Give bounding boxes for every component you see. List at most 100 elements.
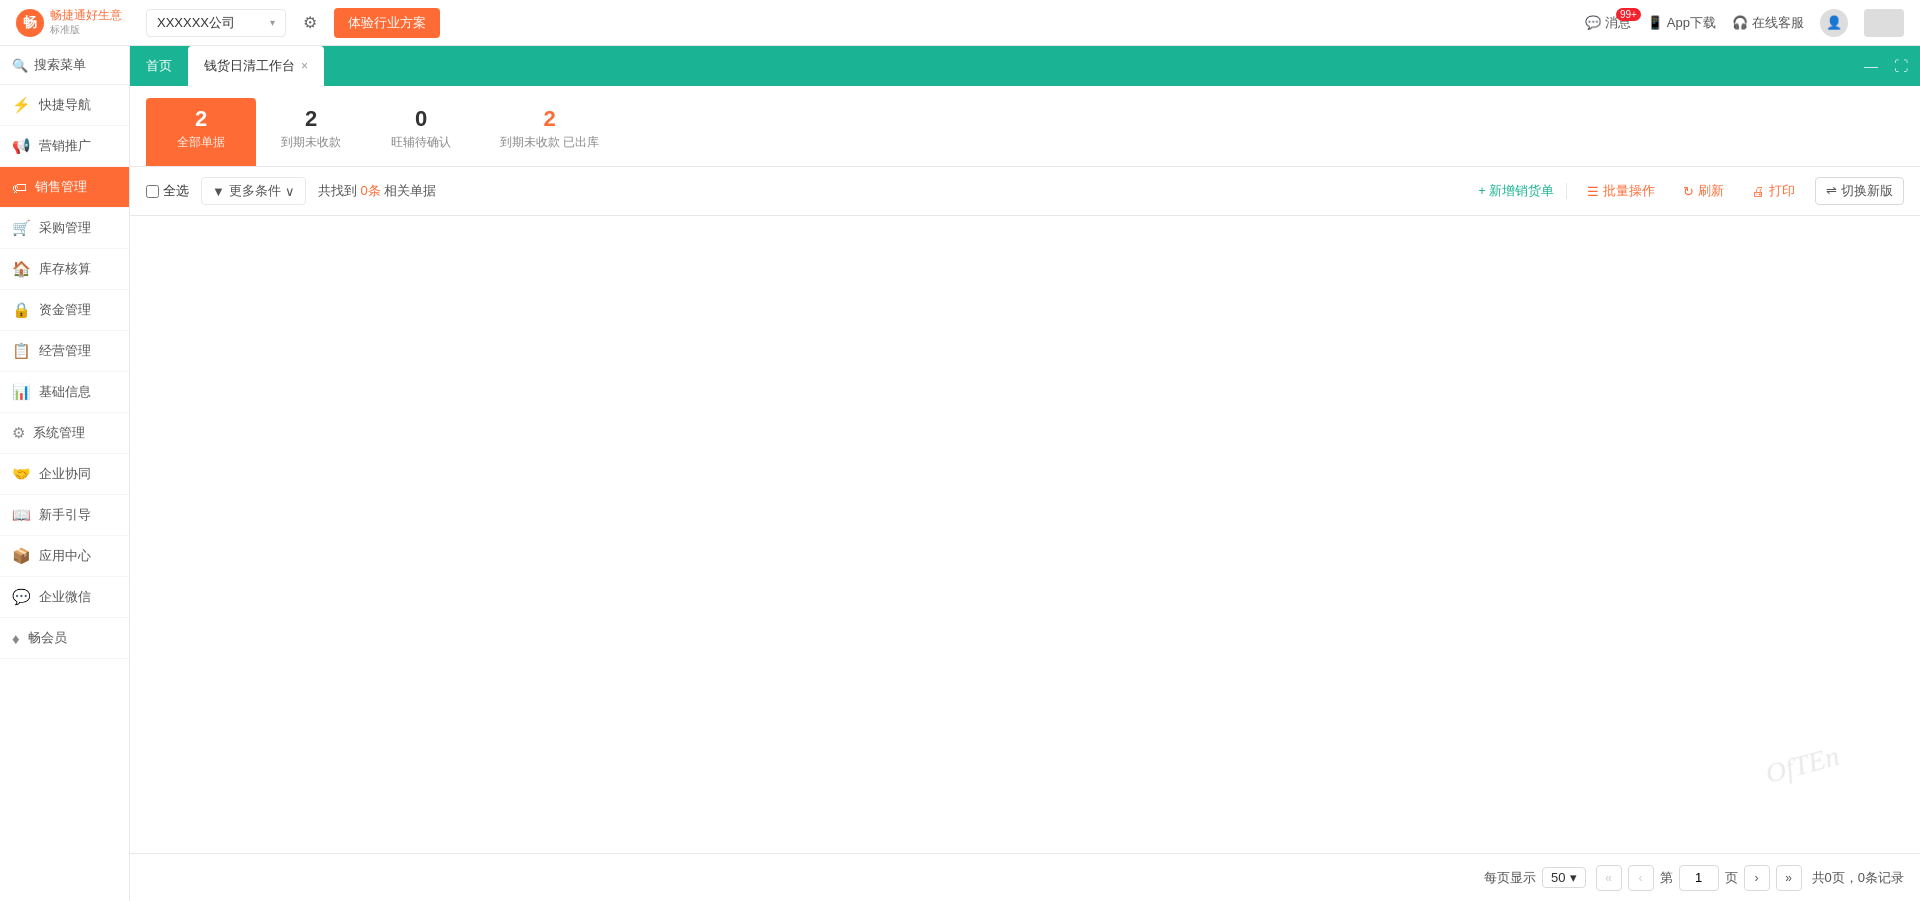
first-page-button[interactable]: « xyxy=(1596,865,1622,891)
last-page-button[interactable]: » xyxy=(1776,865,1802,891)
page-number-input[interactable] xyxy=(1679,865,1719,891)
stat-tab-2[interactable]: 0旺辅待确认 xyxy=(366,98,476,166)
stat-number-2: 0 xyxy=(390,106,452,132)
print-icon: 🖨 xyxy=(1752,184,1765,199)
guide-label: 新手引导 xyxy=(39,506,91,524)
prev-page-button[interactable]: ‹ xyxy=(1628,865,1654,891)
online-service-button[interactable]: 🎧 在线客服 xyxy=(1732,14,1804,32)
stat-tab-0[interactable]: 2全部单据 xyxy=(146,98,256,166)
message-button[interactable]: 💬 消息 99+ xyxy=(1585,14,1631,32)
member-label: 畅会员 xyxy=(28,629,67,647)
app-download-button[interactable]: 📱 App下载 xyxy=(1647,14,1716,32)
app-center-label: 应用中心 xyxy=(39,547,91,565)
avatar[interactable]: 👤 xyxy=(1820,9,1848,37)
divider xyxy=(1566,183,1567,199)
next-page-button[interactable]: › xyxy=(1744,865,1770,891)
found-count: 0条 xyxy=(361,183,381,198)
stat-label-1: 到期未收款 xyxy=(280,134,342,151)
company-selector[interactable]: XXXXXX公司 ▾ xyxy=(146,9,286,37)
inventory-label: 库存核算 xyxy=(39,260,91,278)
tab-bar: 首页 钱货日清工作台 × — ⛶ xyxy=(130,46,1920,86)
basic-info-icon: 📊 xyxy=(12,383,31,401)
sidebar-item-operations[interactable]: 📋经营管理 xyxy=(0,331,129,372)
stat-tab-3[interactable]: 2到期未收款 已出库 xyxy=(476,98,623,166)
add-sales-order-button[interactable]: + 新增销货单 xyxy=(1478,182,1554,200)
cooperation-icon: 🤝 xyxy=(12,465,31,483)
print-button[interactable]: 🖨 打印 xyxy=(1744,178,1803,204)
sales-icon: 🏷 xyxy=(12,179,27,196)
content-area: 2全部单据2到期未收款0旺辅待确认2到期未收款 已出库 全选 ▼ 更多条件 ∨ … xyxy=(130,86,1920,901)
tab-minimize-icon[interactable]: — xyxy=(1860,54,1882,78)
batch-label: 批量操作 xyxy=(1603,182,1655,200)
quick-nav-icon: ⚡ xyxy=(12,96,31,114)
batch-operation-button[interactable]: ☰ 批量操作 xyxy=(1579,178,1663,204)
select-all-input[interactable] xyxy=(146,185,159,198)
sidebar-item-wechat[interactable]: 💬企业微信 xyxy=(0,577,129,618)
found-suffix: 相关单据 xyxy=(384,183,436,198)
message-badge: 99+ xyxy=(1616,8,1641,21)
sidebar-item-inventory[interactable]: 🏠库存核算 xyxy=(0,249,129,290)
sidebar-item-marketing[interactable]: 📢 营销推广 xyxy=(0,126,129,167)
switch-label: 切换新版 xyxy=(1841,183,1893,198)
stat-tab-1[interactable]: 2到期未收款 xyxy=(256,98,366,166)
tab-home-label: 首页 xyxy=(146,57,172,75)
main-content: 首页 钱货日清工作台 × — ⛶ 2全部单据2到期未收款0旺辅待确认2到期未收款… xyxy=(130,46,1920,901)
page-suffix-label: 页 xyxy=(1725,869,1738,887)
member-icon: ♦ xyxy=(12,630,20,647)
sidebar: 🔍 搜索菜单 ⚡快捷导航 📢 营销推广 🏷 销售管理 🛒 采购管理 🏠库存核算🔒资金管理📋经营… xyxy=(0,46,130,901)
sales-label: 销售管理 xyxy=(35,178,87,196)
trial-button[interactable]: 体验行业方案 xyxy=(334,8,440,38)
avatar-icon: 👤 xyxy=(1826,15,1842,30)
sidebar-item-basic-info[interactable]: 📊 基础信息 xyxy=(0,372,129,413)
purchase-label: 采购管理 xyxy=(39,219,91,237)
app-download-label: App下载 xyxy=(1667,14,1716,32)
refresh-button[interactable]: ↻ 刷新 xyxy=(1675,178,1732,204)
logo-icon: 畅 xyxy=(16,9,44,37)
toolbar-right: + 新增销货单 ☰ 批量操作 ↻ 刷新 🖨 打印 ⇌ xyxy=(1478,177,1904,205)
sidebar-item-quick-nav[interactable]: ⚡快捷导航 xyxy=(0,85,129,126)
select-all-checkbox[interactable]: 全选 xyxy=(146,182,189,200)
data-table-area xyxy=(130,216,1920,853)
search-icon: 🔍 xyxy=(12,58,28,73)
tab-home[interactable]: 首页 xyxy=(130,46,188,86)
stat-number-0: 2 xyxy=(170,106,232,132)
message-icon: 💬 xyxy=(1585,15,1601,30)
found-text: 共找到 0条 相关单据 xyxy=(318,182,436,200)
sidebar-item-purchase[interactable]: 🛒 采购管理 xyxy=(0,208,129,249)
purchase-icon: 🛒 xyxy=(12,219,31,237)
stat-number-3: 2 xyxy=(500,106,599,132)
found-prefix: 共找到 xyxy=(318,183,357,198)
page-prefix-label: 第 xyxy=(1660,869,1673,887)
tab-expand-icon[interactable]: ⛶ xyxy=(1890,54,1912,78)
finance-icon: 🔒 xyxy=(12,301,31,319)
switch-icon: ⇌ xyxy=(1826,183,1837,198)
sidebar-item-app-center[interactable]: 📦应用中心 xyxy=(0,536,129,577)
user-panel[interactable] xyxy=(1864,9,1904,37)
pagination: 每页显示 50 ▾ « ‹ 第 页 › » 共0页，0条记录 xyxy=(130,853,1920,901)
sidebar-item-cooperation[interactable]: 🤝企业协同 xyxy=(0,454,129,495)
service-icon: 🎧 xyxy=(1732,15,1748,30)
app-name: 畅捷通好生意 xyxy=(50,8,122,24)
settings-button[interactable]: ⚙ xyxy=(296,9,324,37)
sidebar-item-system[interactable]: ⚙系统管理 xyxy=(0,413,129,454)
operations-label: 经营管理 xyxy=(39,342,91,360)
filter-button[interactable]: ▼ 更多条件 ∨ xyxy=(201,177,306,205)
sidebar-item-finance[interactable]: 🔒资金管理 xyxy=(0,290,129,331)
header-right: 💬 消息 99+ 📱 App下载 🎧 在线客服 👤 xyxy=(1585,9,1904,37)
marketing-label: 营销推广 xyxy=(39,137,91,155)
sidebar-item-sales[interactable]: 🏷 销售管理 xyxy=(0,167,129,208)
search-menu[interactable]: 🔍 搜索菜单 xyxy=(0,46,129,85)
per-page-select[interactable]: 50 ▾ xyxy=(1542,867,1585,888)
tab-active[interactable]: 钱货日清工作台 × xyxy=(188,46,324,86)
stats-bar: 2全部单据2到期未收款0旺辅待确认2到期未收款 已出库 xyxy=(130,86,1920,167)
sidebar-item-guide[interactable]: 📖新手引导 xyxy=(0,495,129,536)
stats-tabs: 2全部单据2到期未收款0旺辅待确认2到期未收款 已出库 xyxy=(146,98,1904,166)
basic-info-label: 基础信息 xyxy=(39,383,91,401)
company-name: XXXXXX公司 xyxy=(157,14,235,32)
switch-version-button[interactable]: ⇌ 切换新版 xyxy=(1815,177,1904,205)
marketing-icon: 📢 xyxy=(12,137,31,155)
page-size-selector: 每页显示 50 ▾ xyxy=(1484,867,1585,888)
tab-close-icon[interactable]: × xyxy=(301,59,308,73)
top-header: 畅 畅捷通好生意 标准版 XXXXXX公司 ▾ ⚙ 体验行业方案 💬 消息 99… xyxy=(0,0,1920,46)
sidebar-item-member[interactable]: ♦ 畅会员 xyxy=(0,618,129,659)
